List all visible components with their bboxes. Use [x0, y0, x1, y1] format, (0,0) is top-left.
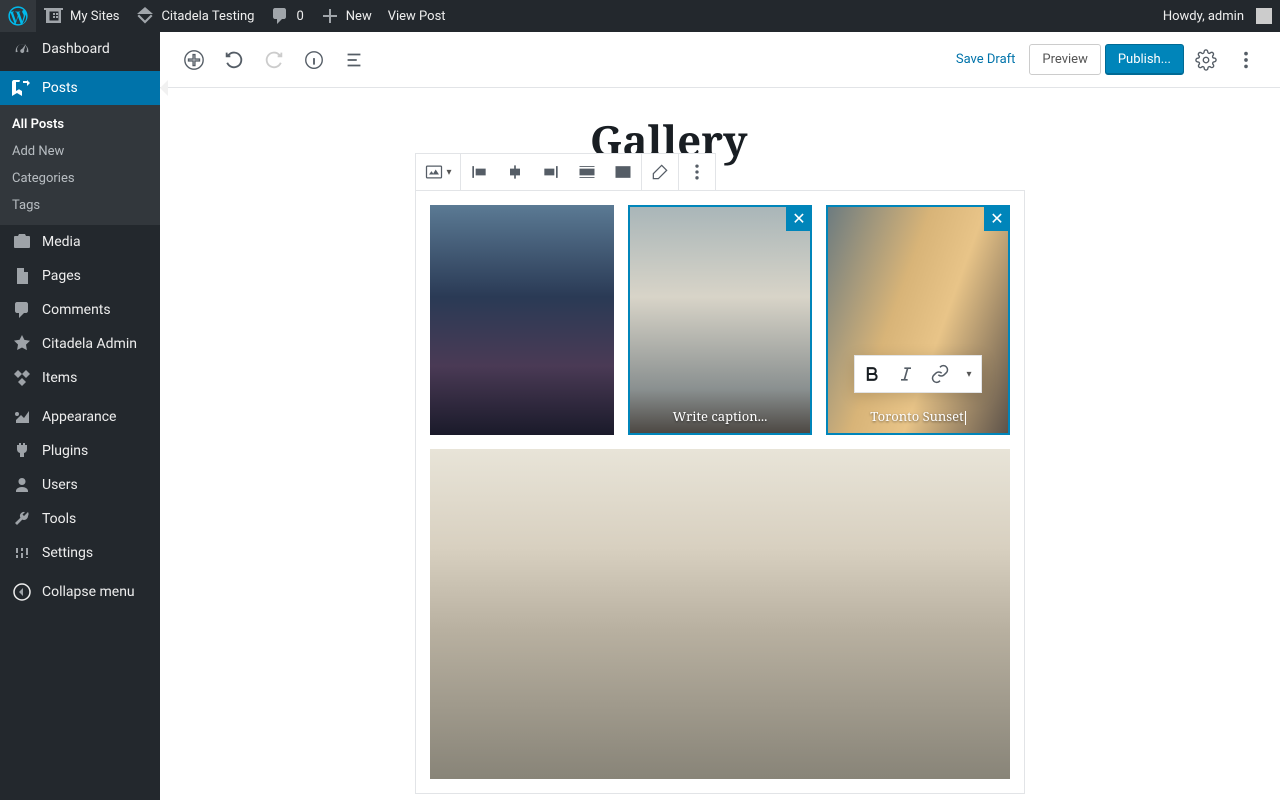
bold-button[interactable] [855, 356, 889, 392]
gallery-item-1[interactable] [430, 205, 614, 435]
gallery-image [826, 205, 1010, 435]
menu-users[interactable]: Users [0, 468, 160, 502]
menu-settings[interactable]: Settings [0, 536, 160, 570]
caption-placeholder[interactable]: Write caption... [628, 407, 812, 425]
block-type-button[interactable]: ▾ [416, 154, 460, 190]
gallery-item-2[interactable]: ✕ Write caption... [628, 205, 812, 435]
site-name-label: Citadela Testing [161, 9, 254, 24]
view-post-link[interactable]: View Post [380, 0, 454, 32]
undo-button[interactable] [216, 42, 252, 78]
align-full-button[interactable] [605, 154, 641, 190]
site-name-link[interactable]: Citadela Testing [127, 0, 262, 32]
menu-tools[interactable]: Tools [0, 502, 160, 536]
edit-button[interactable] [642, 154, 678, 190]
editor: Save Draft Preview Publish... Gallery ▾ [160, 32, 1280, 800]
gallery-image [430, 449, 1010, 779]
new-label: New [346, 9, 372, 24]
preview-button[interactable]: Preview [1029, 44, 1100, 75]
menu-dashboard[interactable]: Dashboard [0, 32, 160, 66]
avatar [1256, 8, 1272, 24]
block-more-button[interactable] [679, 154, 715, 190]
wp-logo[interactable] [0, 0, 36, 32]
editor-header: Save Draft Preview Publish... [160, 32, 1280, 88]
admin-sidebar: Dashboard Posts All Posts Add New Catego… [0, 32, 160, 800]
add-block-button[interactable] [176, 42, 212, 78]
align-wide-button[interactable] [569, 154, 605, 190]
howdy-link[interactable]: Howdy, admin [1155, 0, 1280, 32]
submenu-all-posts[interactable]: All Posts [0, 111, 160, 138]
block-toolbar: ▾ [415, 153, 716, 191]
remove-image-button[interactable]: ✕ [984, 205, 1010, 231]
italic-button[interactable] [889, 356, 923, 392]
dropdown-button[interactable]: ▾ [957, 356, 981, 392]
comments-link[interactable]: 0 [262, 0, 311, 32]
menu-plugins[interactable]: Plugins [0, 434, 160, 468]
new-link[interactable]: New [312, 0, 380, 32]
howdy-label: Howdy, admin [1163, 9, 1244, 24]
menu-media[interactable]: Media [0, 225, 160, 259]
outline-button[interactable] [336, 42, 372, 78]
submenu-tags[interactable]: Tags [0, 192, 160, 219]
settings-button[interactable] [1188, 42, 1224, 78]
gallery-item-4[interactable] [430, 449, 1010, 779]
menu-collapse[interactable]: Collapse menu [0, 575, 160, 609]
gallery-block[interactable]: ✕ Write caption... ✕ ▾ [415, 190, 1025, 794]
submenu-add-new[interactable]: Add New [0, 138, 160, 165]
info-button[interactable] [296, 42, 332, 78]
my-sites-label: My Sites [70, 9, 119, 24]
publish-button[interactable]: Publish... [1105, 44, 1184, 75]
redo-button[interactable] [256, 42, 292, 78]
align-left-button[interactable] [461, 154, 497, 190]
gallery-item-3[interactable]: ✕ ▾ Toronto Sunset [826, 205, 1010, 435]
caption-input[interactable]: Toronto Sunset [826, 407, 1010, 425]
menu-appearance[interactable]: Appearance [0, 400, 160, 434]
posts-submenu: All Posts Add New Categories Tags [0, 105, 160, 225]
align-right-button[interactable] [533, 154, 569, 190]
align-center-button[interactable] [497, 154, 533, 190]
gallery-image [628, 205, 812, 435]
gallery-image [430, 205, 614, 435]
menu-posts[interactable]: Posts [0, 71, 160, 105]
remove-image-button[interactable]: ✕ [786, 205, 812, 231]
richtext-toolbar: ▾ [854, 355, 982, 393]
menu-citadela[interactable]: Citadela Admin [0, 327, 160, 361]
more-button[interactable] [1228, 42, 1264, 78]
menu-items[interactable]: Items [0, 361, 160, 395]
link-button[interactable] [923, 356, 957, 392]
menu-comments[interactable]: Comments [0, 293, 160, 327]
menu-pages[interactable]: Pages [0, 259, 160, 293]
comments-count: 0 [296, 9, 303, 24]
save-draft-button[interactable]: Save Draft [946, 44, 1026, 75]
my-sites-link[interactable]: My Sites [36, 0, 127, 32]
view-post-label: View Post [388, 9, 446, 24]
admin-bar: My Sites Citadela Testing 0 New View Pos… [0, 0, 1280, 32]
submenu-categories[interactable]: Categories [0, 165, 160, 192]
